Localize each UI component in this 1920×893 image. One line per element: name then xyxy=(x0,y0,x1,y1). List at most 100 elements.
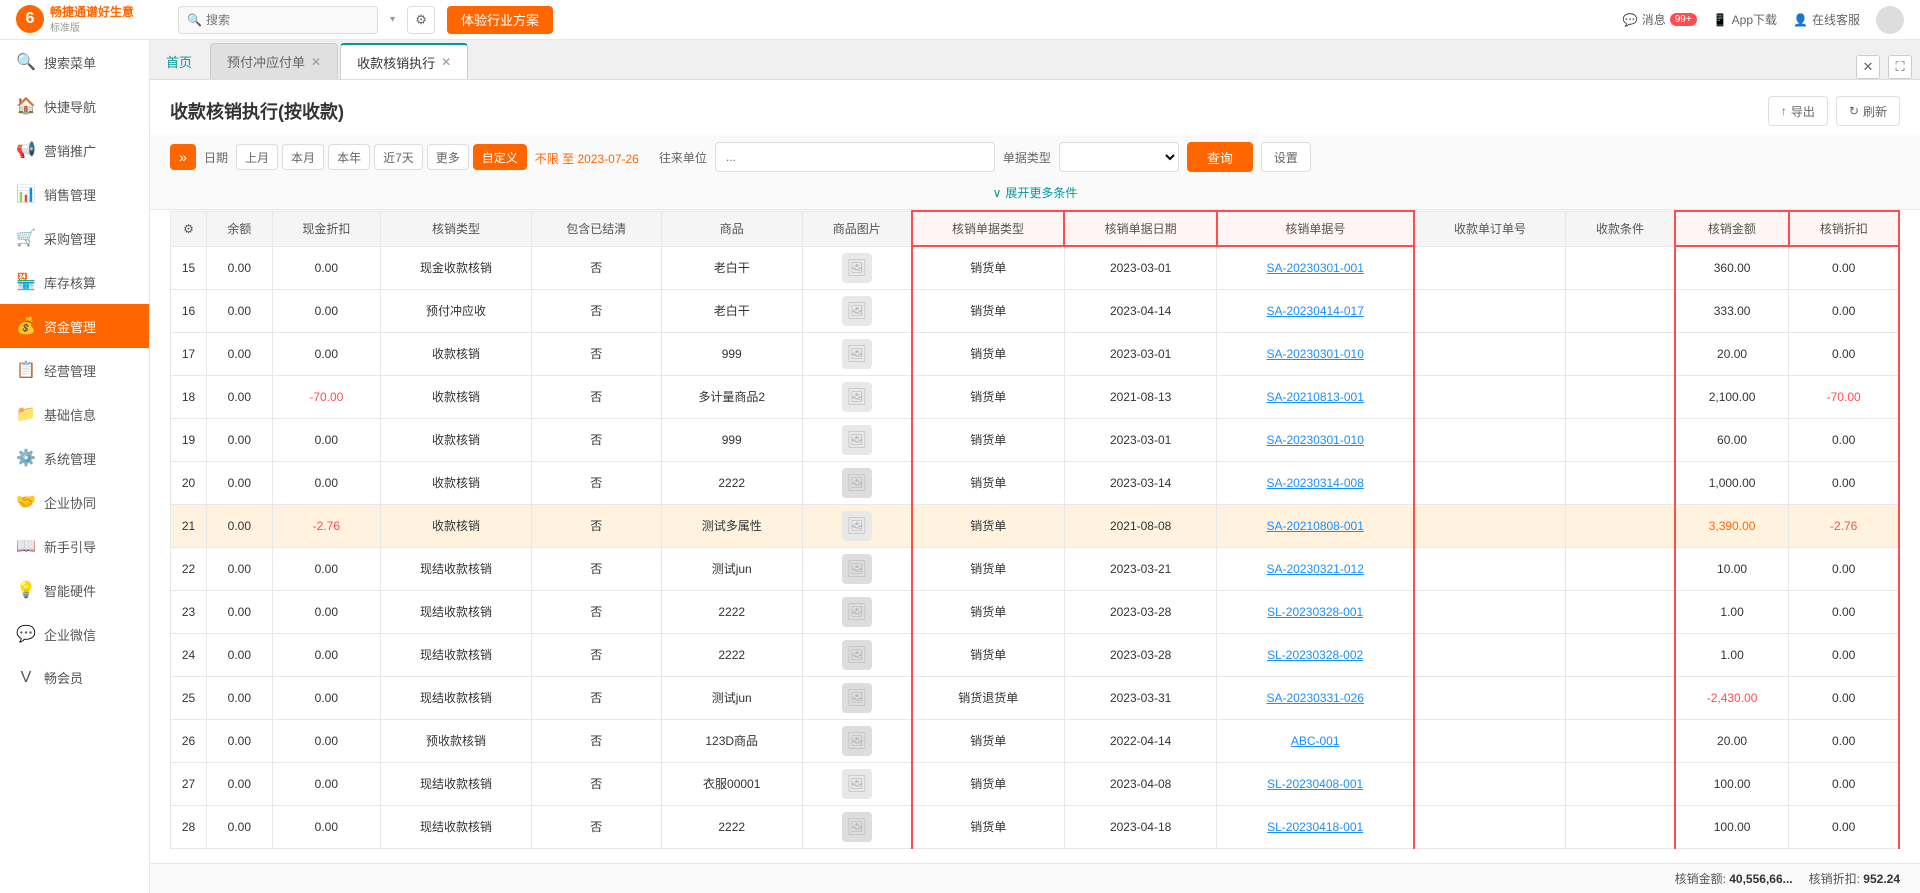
refresh-btn[interactable]: ↻ 刷新 xyxy=(1836,96,1900,126)
cell-goods-image: 🖼 xyxy=(802,633,911,676)
tab-close-all-btn[interactable]: ✕ xyxy=(1856,55,1880,79)
sidebar-item-enterprise[interactable]: 🤝 企业协同 xyxy=(0,480,149,524)
cell-goods-image: 🖼 xyxy=(802,418,911,461)
cell-receipt-order-no xyxy=(1414,289,1566,332)
sidebar-item-label: 基础信息 xyxy=(44,405,96,424)
table-row: 16 0.00 0.00 预付冲应收 否 老白干 🖼 销货单 2023-04-1… xyxy=(171,289,1900,332)
sidebar-item-system[interactable]: ⚙️ 系统管理 xyxy=(0,436,149,480)
from-unit-input[interactable] xyxy=(715,142,995,172)
date-btn-more[interactable]: 更多 xyxy=(427,144,469,170)
cell-balance: 0.00 xyxy=(207,246,273,289)
cell-goods-image: 🖼 xyxy=(802,762,911,805)
date-btn-last-month[interactable]: 上月 xyxy=(236,144,278,170)
sidebar-item-basic[interactable]: 📁 基础信息 xyxy=(0,392,149,436)
online-service-btn[interactable]: 👤 在线客服 xyxy=(1793,11,1860,28)
cell-goods: 测试多属性 xyxy=(661,504,802,547)
cell-cancel-type: 收款核销 xyxy=(381,375,532,418)
logo-badge: 标准版 xyxy=(50,19,134,34)
tab-receivable-close[interactable]: ✕ xyxy=(441,55,451,69)
app-download-btn[interactable]: 📱 App下载 xyxy=(1713,11,1777,28)
export-btn[interactable]: ↑ 导出 xyxy=(1768,96,1828,126)
col-header-gear[interactable]: ⚙ xyxy=(171,211,207,246)
sidebar-item-sales[interactable]: 📊 销售管理 xyxy=(0,172,149,216)
tab-maximize-btn[interactable]: ⛶ xyxy=(1888,55,1912,79)
bill-no-link[interactable]: SL-20230408-001 xyxy=(1267,777,1363,791)
filter-expand-btn[interactable]: » xyxy=(170,144,196,170)
cell-no: 21 xyxy=(171,504,207,547)
bill-no-link[interactable]: SA-20210813-001 xyxy=(1266,390,1363,404)
cell-cancel-discount: 0.00 xyxy=(1789,633,1899,676)
sidebar-item-guide[interactable]: 📖 新手引导 xyxy=(0,524,149,568)
bill-no-link[interactable]: SL-20230328-002 xyxy=(1267,648,1363,662)
notifications-btn[interactable]: 💬 消息 99+ xyxy=(1623,11,1697,28)
date-btn-this-year[interactable]: 本年 xyxy=(328,144,370,170)
sidebar-item-marketing[interactable]: 📢 营销推广 xyxy=(0,128,149,172)
tab-receivable[interactable]: 收款核销执行 ✕ xyxy=(340,43,468,79)
sidebar-item-smart[interactable]: 💡 智能硬件 xyxy=(0,568,149,612)
sidebar-item-quicknav[interactable]: 🏠 快捷导航 xyxy=(0,84,149,128)
bill-no-link[interactable]: SA-20230301-001 xyxy=(1266,261,1363,275)
bill-type-select[interactable] xyxy=(1059,142,1179,172)
bill-no-link[interactable]: ABC-001 xyxy=(1291,734,1340,748)
bill-no-link[interactable]: SL-20230418-001 xyxy=(1267,820,1363,834)
date-btn-7days[interactable]: 近7天 xyxy=(374,144,423,170)
col-header-cancel-bill-type: 核销单据类型 xyxy=(912,211,1065,246)
cell-include-settled: 否 xyxy=(531,332,661,375)
search-input[interactable] xyxy=(206,13,369,27)
cell-cancel-bill-date: 2023-03-28 xyxy=(1064,590,1217,633)
sidebar-item-label: 营销推广 xyxy=(44,141,96,160)
expand-more-conditions-btn[interactable]: ∨ 展开更多条件 xyxy=(993,184,1078,201)
bill-no-link[interactable]: SA-20230301-010 xyxy=(1266,347,1363,361)
tab-home[interactable]: 首页 xyxy=(150,43,208,79)
cell-include-settled: 否 xyxy=(531,246,661,289)
tab-prepay[interactable]: 预付冲应付单 ✕ xyxy=(210,43,338,79)
col-header-goods: 商品 xyxy=(661,211,802,246)
cell-cancel-bill-type: 销货单 xyxy=(912,246,1065,289)
cell-cancel-amount: 100.00 xyxy=(1675,762,1789,805)
cell-include-settled: 否 xyxy=(531,289,661,332)
cell-balance: 0.00 xyxy=(207,762,273,805)
settings-icon[interactable]: ⚙ xyxy=(407,6,435,34)
table-row: 15 0.00 0.00 现金收款核销 否 老白干 🖼 销货单 2023-03-… xyxy=(171,246,1900,289)
sidebar-item-label: 搜索菜单 xyxy=(44,53,96,72)
sidebar-item-finance[interactable]: 💰 资金管理 xyxy=(0,304,149,348)
cell-no: 19 xyxy=(171,418,207,461)
cell-receipt-order-no xyxy=(1414,461,1566,504)
bill-no-link[interactable]: SA-20210808-001 xyxy=(1266,519,1363,533)
sidebar-item-search[interactable]: 🔍 搜索菜单 xyxy=(0,40,149,84)
date-btn-custom[interactable]: 自定义 xyxy=(473,144,527,170)
filter-settings-btn[interactable]: 设置 xyxy=(1261,142,1311,172)
industry-btn[interactable]: 体验行业方案 xyxy=(447,6,553,34)
user-avatar[interactable] xyxy=(1876,6,1904,34)
bill-no-link[interactable]: SA-20230331-026 xyxy=(1266,691,1363,705)
bill-no-link[interactable]: SA-20230314-008 xyxy=(1266,476,1363,490)
sidebar-item-operations[interactable]: 📋 经营管理 xyxy=(0,348,149,392)
sidebar-item-wechat[interactable]: 💬 企业微信 xyxy=(0,612,149,656)
cell-cancel-type: 现结收款核销 xyxy=(381,676,532,719)
tab-bar: 首页 预付冲应付单 ✕ 收款核销执行 ✕ ✕ ⛶ xyxy=(150,40,1920,80)
tab-prepay-close[interactable]: ✕ xyxy=(311,55,321,69)
cell-no: 24 xyxy=(171,633,207,676)
col-header-cancel-type: 核销类型 xyxy=(381,211,532,246)
cell-goods: 老白干 xyxy=(661,246,802,289)
date-btn-this-month[interactable]: 本月 xyxy=(282,144,324,170)
sidebar-item-label: 库存核算 xyxy=(44,273,96,292)
cell-goods: 2222 xyxy=(661,633,802,676)
sidebar-item-inventory[interactable]: 🏪 库存核算 xyxy=(0,260,149,304)
bill-no-link[interactable]: SA-20230321-012 xyxy=(1266,562,1363,576)
cell-goods-image: 🖼 xyxy=(802,676,911,719)
top-search-bar[interactable]: 🔍 xyxy=(178,6,378,34)
cell-goods-image: 🖼 xyxy=(802,805,911,848)
query-btn[interactable]: 查询 xyxy=(1187,142,1253,172)
bill-no-link[interactable]: SA-20230301-010 xyxy=(1266,433,1363,447)
bill-no-link[interactable]: SA-20230414-017 xyxy=(1266,304,1363,318)
col-header-goods-image: 商品图片 xyxy=(802,211,911,246)
sidebar-item-member[interactable]: V 畅会员 xyxy=(0,656,149,699)
inventory-icon: 🏪 xyxy=(16,272,36,292)
search-icon: 🔍 xyxy=(187,13,202,27)
bill-no-link[interactable]: SL-20230328-001 xyxy=(1267,605,1363,619)
page-title: 收款核销执行(按收款) xyxy=(170,98,344,124)
sidebar-item-purchase[interactable]: 🛒 采购管理 xyxy=(0,216,149,260)
cell-cancel-discount: 0.00 xyxy=(1789,590,1899,633)
cell-cancel-bill-type: 销货单 xyxy=(912,590,1065,633)
